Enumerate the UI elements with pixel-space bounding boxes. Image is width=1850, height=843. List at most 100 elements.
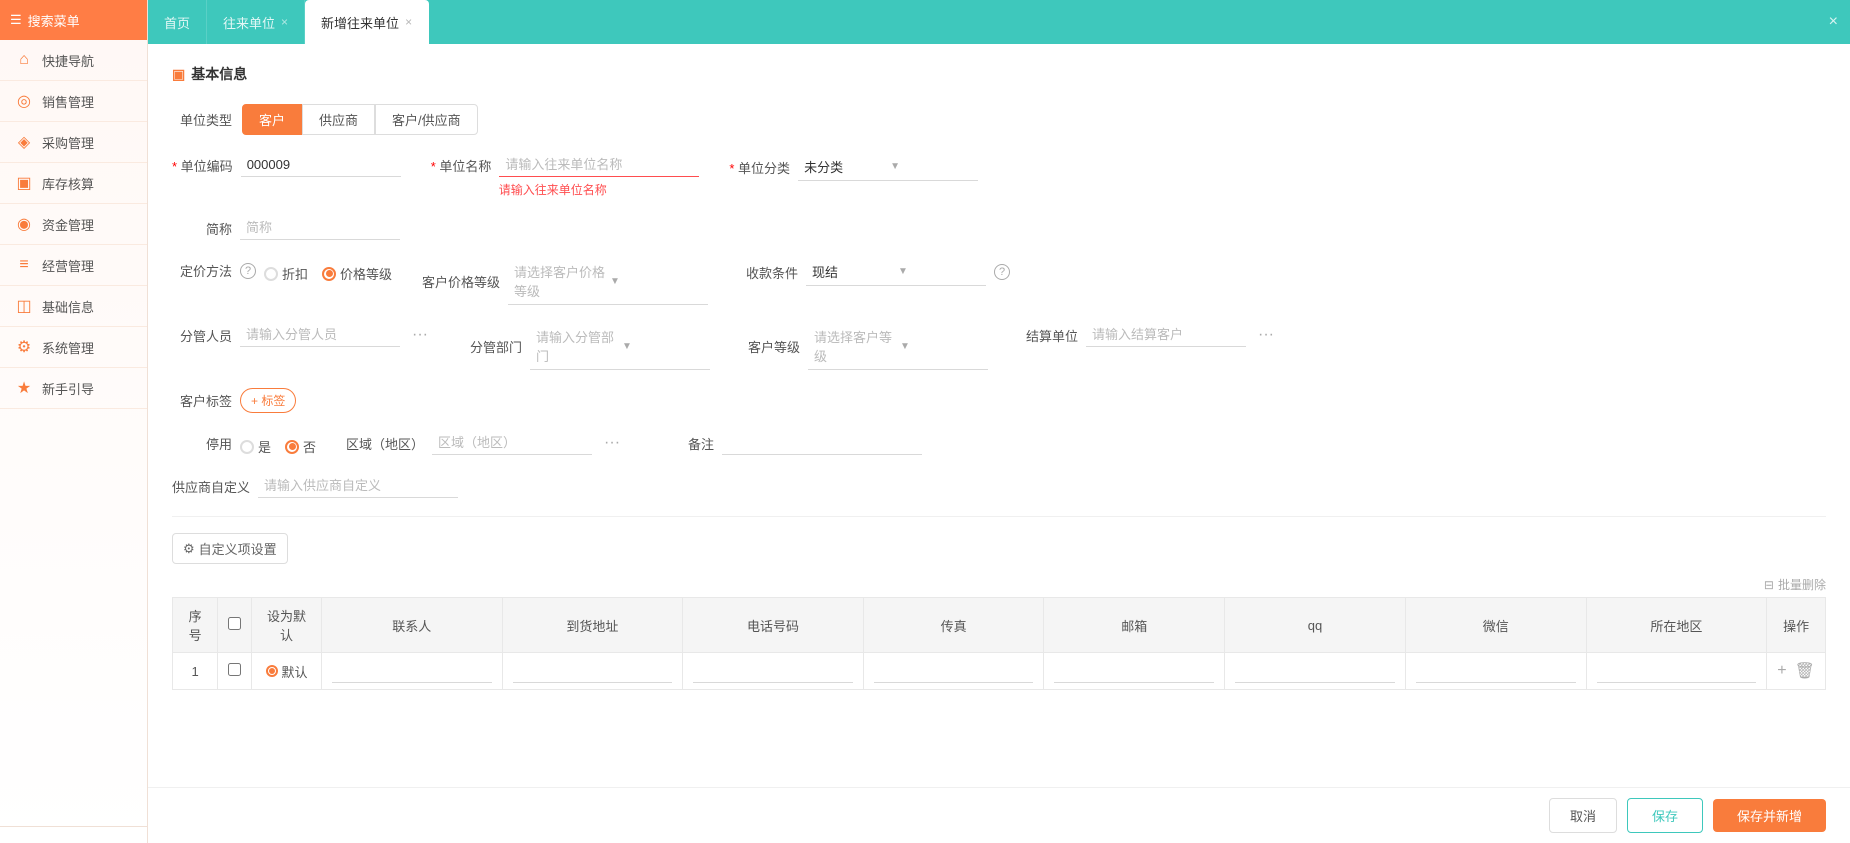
- unit-type-buttons: 客户 供应商 客户/供应商: [242, 104, 478, 135]
- settlement-more-btn[interactable]: ···: [1254, 326, 1278, 344]
- sidebar-purchase-icon: ◈: [14, 132, 34, 152]
- sidebar-item-guide[interactable]: ★新手引导: [0, 368, 147, 409]
- sidebar-quick-nav-icon: ⌂: [14, 50, 34, 70]
- code-name-category-row: 单位编码 单位名称 请输入往来单位名称 单位分类 未分类 ▼: [172, 153, 1826, 198]
- customer-price-level-label: 客户价格等级: [422, 272, 500, 291]
- batch-delete-icon: ⊟: [1764, 578, 1774, 592]
- sidebar-item-sales[interactable]: ◎销售管理: [0, 81, 147, 122]
- region-input[interactable]: [432, 431, 592, 455]
- payment-terms-value: 现结: [812, 262, 894, 281]
- supplier-custom-input[interactable]: [258, 474, 458, 498]
- tags-row: 客户标签 + 标签: [172, 388, 1826, 413]
- batch-delete-label: 批量删除: [1778, 576, 1826, 593]
- pricing-radio-level[interactable]: 价格等级: [322, 264, 392, 283]
- short-name-row: 简称: [172, 216, 1826, 240]
- department-placeholder: 请输入分管部门: [536, 327, 618, 365]
- unit-category-label: 单位分类: [729, 158, 790, 177]
- unit-name-input[interactable]: [499, 153, 699, 177]
- cancel-btn[interactable]: 取消: [1549, 798, 1617, 833]
- unit-category-value: 未分类: [804, 157, 886, 176]
- unit-type-label: 单位类型: [172, 104, 232, 129]
- supplier-custom-field: 供应商自定义: [172, 474, 458, 498]
- save-new-btn[interactable]: 保存并新增: [1713, 799, 1826, 832]
- department-caret: ▼: [622, 341, 704, 352]
- wechat-input[interactable]: [1416, 659, 1576, 683]
- batch-delete-btn[interactable]: ⊟ 批量删除: [172, 576, 1826, 593]
- sidebar-item-quick-nav[interactable]: ⌂ 快捷导航: [0, 40, 147, 81]
- sidebar-item-operation[interactable]: ≡ 经营管理: [0, 245, 147, 286]
- unit-btn-customer[interactable]: 客户: [242, 104, 302, 135]
- row-checkbox[interactable]: [228, 663, 241, 676]
- unit-type-group: 单位类型 客户 供应商 客户/供应商: [172, 104, 1826, 135]
- short-name-input[interactable]: [240, 216, 400, 240]
- manager-row: 分管人员 ··· 分管部门 请输入分管部门 ▼ 客户等级 请选择客户等级 ▼ 结…: [172, 323, 1826, 370]
- cell-fax: [863, 653, 1044, 690]
- sidebar-operation-label: 经营管理: [42, 256, 94, 275]
- department-select[interactable]: 请输入分管部门 ▼: [530, 323, 710, 370]
- sidebar-item-system[interactable]: ⚙系统管理: [0, 327, 147, 368]
- email-input[interactable]: [1054, 659, 1214, 683]
- sidebar-item-finance[interactable]: ◉资金管理: [0, 204, 147, 245]
- region-more-btn[interactable]: ···: [600, 434, 624, 452]
- customer-level-select[interactable]: 请选择客户等级 ▼: [808, 323, 988, 370]
- area-input[interactable]: [1597, 659, 1757, 683]
- sidebar-item-basic[interactable]: ◫基础信息: [0, 286, 147, 327]
- manager-input[interactable]: [240, 323, 400, 347]
- select-all-checkbox[interactable]: [228, 617, 241, 630]
- disabled-radio-no[interactable]: 否: [285, 437, 316, 456]
- customer-price-level-field: 客户价格等级 请选择客户价格等级 ▼: [422, 258, 708, 305]
- customer-price-level-select[interactable]: 请选择客户价格等级 ▼: [508, 258, 708, 305]
- fax-input[interactable]: [874, 659, 1034, 683]
- delete-row-btn[interactable]: 🗑: [1795, 661, 1815, 681]
- table-body: 1默认+🗑: [173, 653, 1826, 690]
- disabled-radio-yes[interactable]: 是: [240, 437, 271, 456]
- custom-settings-btn[interactable]: ⚙ 自定义项设置: [172, 533, 288, 564]
- col-header-2: 设为默认: [252, 598, 322, 653]
- search-menu-btn[interactable]: ☰ 搜索菜单: [0, 0, 147, 40]
- unit-btn-supplier[interactable]: 供应商: [302, 104, 375, 135]
- address-input[interactable]: [513, 659, 673, 683]
- add-row-btn[interactable]: +: [1777, 662, 1786, 680]
- unit-category-select[interactable]: 未分类 ▼: [798, 153, 978, 181]
- tab-home[interactable]: 首页: [148, 0, 207, 44]
- payment-terms-help-icon[interactable]: ?: [994, 264, 1010, 280]
- sidebar-inventory-label: 库存核算: [42, 174, 94, 193]
- col-header-3: 联系人: [321, 598, 502, 653]
- manager-more-btn[interactable]: ···: [408, 326, 432, 344]
- customer-price-level-caret: ▼: [610, 276, 702, 287]
- sidebar: ☰ 搜索菜单 ⌂ 快捷导航 ◎销售管理 ◈ 采购管理 ▣库存核算◉资金管理 ≡ 经营管理 ◫基础…: [0, 0, 148, 843]
- sidebar-purchase-label: 采购管理: [42, 133, 94, 152]
- settlement-input[interactable]: [1086, 323, 1246, 347]
- close-all-tabs-btn[interactable]: ×: [1829, 13, 1838, 31]
- tab-new-partner[interactable]: 新增往来单位 ×: [305, 0, 429, 44]
- unit-code-field: 单位编码: [172, 153, 401, 177]
- supplier-custom-row: 供应商自定义: [172, 474, 1826, 498]
- pricing-radio-discount[interactable]: 折扣: [264, 264, 308, 283]
- qq-input[interactable]: [1235, 659, 1395, 683]
- note-input[interactable]: [722, 431, 922, 455]
- pricing-help-icon[interactable]: ?: [240, 263, 256, 279]
- pricing-radio-level-circle: [322, 267, 336, 281]
- sidebar-operation-icon: ≡: [14, 255, 34, 275]
- table-row: 1默认+🗑: [173, 653, 1826, 690]
- disabled-region-row: 停用 是 否 区域（地区） ··· 备注: [172, 431, 1826, 456]
- payment-terms-select[interactable]: 现结 ▼: [806, 258, 986, 286]
- sidebar-quick-nav-label: 快捷导航: [42, 51, 94, 70]
- tab-home-label: 首页: [164, 13, 190, 32]
- tab-partner[interactable]: 往来单位 ×: [207, 0, 305, 44]
- unit-code-input[interactable]: [241, 153, 401, 177]
- tab-partner-close[interactable]: ×: [281, 15, 288, 29]
- save-btn[interactable]: 保存: [1627, 798, 1703, 833]
- sidebar-item-purchase[interactable]: ◈ 采购管理: [0, 122, 147, 163]
- tab-new-partner-close[interactable]: ×: [405, 15, 412, 29]
- sidebar-system-icon: ⚙: [14, 337, 34, 357]
- sidebar-item-inventory[interactable]: ▣库存核算: [0, 163, 147, 204]
- pricing-radio-discount-circle: [264, 267, 278, 281]
- default-radio[interactable]: [266, 665, 278, 677]
- phone-input[interactable]: [693, 659, 853, 683]
- contact-input[interactable]: [332, 659, 492, 683]
- tab-new-partner-label: 新增往来单位: [321, 13, 399, 32]
- pricing-radio-group: 折扣 价格等级: [264, 258, 392, 283]
- add-tag-btn[interactable]: + 标签: [240, 388, 296, 413]
- unit-btn-both[interactable]: 客户/供应商: [375, 104, 478, 135]
